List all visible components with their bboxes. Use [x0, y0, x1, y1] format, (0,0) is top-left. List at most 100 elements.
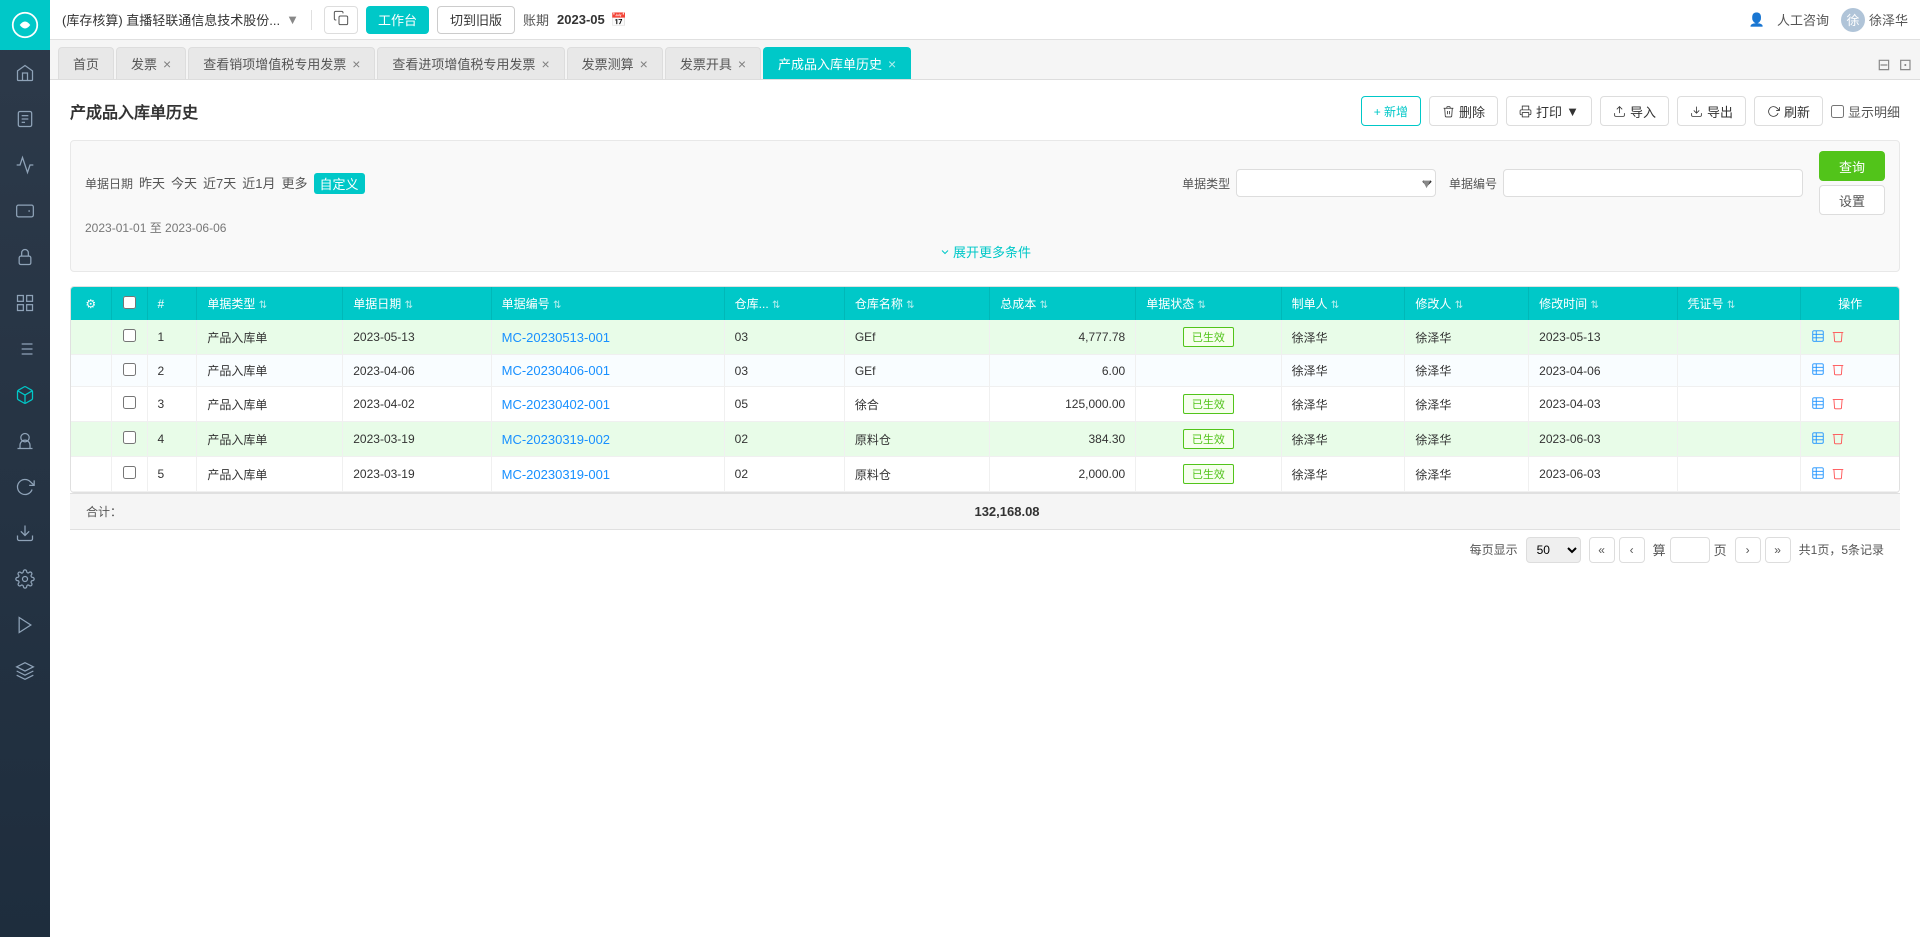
th-doc-type[interactable]: 单据类型 ⇅ [197, 287, 343, 320]
date-today[interactable]: 今天 [171, 173, 197, 194]
sidebar-item-document[interactable] [0, 96, 50, 142]
row-checkbox-4[interactable] [123, 466, 136, 479]
sidebar-item-chart[interactable] [0, 142, 50, 188]
doc-no-link[interactable]: MC-20230513-001 [502, 330, 610, 345]
row-checkbox-1[interactable] [123, 363, 136, 376]
td-check[interactable] [111, 320, 147, 355]
tab-purchase-vat-close[interactable]: × [541, 57, 549, 71]
setting-button[interactable]: 设置 [1819, 185, 1885, 215]
period-calendar-icon[interactable]: 📅 [611, 12, 627, 28]
date-more[interactable]: 更多 [282, 173, 308, 194]
th-doc-no[interactable]: 单据编号 ⇅ [491, 287, 724, 320]
select-all-checkbox[interactable] [123, 296, 136, 309]
tab-invoice-issue-close[interactable]: × [738, 57, 746, 71]
row-checkbox-3[interactable] [123, 431, 136, 444]
doctype-select[interactable] [1236, 169, 1436, 197]
td-check[interactable] [111, 457, 147, 492]
sidebar-item-box[interactable] [0, 372, 50, 418]
th-creator[interactable]: 制单人 ⇅ [1281, 287, 1405, 320]
doc-no-link[interactable]: MC-20230406-001 [502, 363, 610, 378]
prev-page-button[interactable]: ‹ [1619, 537, 1645, 563]
date-1month[interactable]: 近1月 [242, 173, 275, 194]
doc-no-link[interactable]: MC-20230319-001 [502, 467, 610, 482]
edit-icon[interactable] [1811, 329, 1825, 346]
tab-product-inbound-close[interactable]: × [888, 57, 896, 71]
delete-row-icon[interactable] [1831, 329, 1845, 346]
expand-button[interactable]: 展开更多条件 [939, 242, 1031, 261]
sidebar-item-download[interactable] [0, 510, 50, 556]
delete-row-icon[interactable] [1831, 396, 1845, 413]
tab-invoice-calc-close[interactable]: × [640, 57, 648, 71]
import-button[interactable]: 导入 [1600, 96, 1669, 126]
tab-invoice[interactable]: 发票 × [116, 47, 186, 79]
restore-icon[interactable]: ⊟ [1877, 55, 1890, 75]
sidebar-item-list[interactable] [0, 326, 50, 372]
last-page-button[interactable]: » [1765, 537, 1791, 563]
tab-invoice-calc[interactable]: 发票测算 × [567, 47, 663, 79]
td-check[interactable] [111, 355, 147, 387]
tab-sales-vat-close[interactable]: × [352, 57, 360, 71]
page-number-input[interactable]: 1 [1670, 537, 1710, 563]
tab-purchase-vat[interactable]: 查看进项增值税专用发票 × [377, 47, 564, 79]
switch-button[interactable]: 切到旧版 [437, 6, 515, 34]
tab-invoice-issue[interactable]: 发票开具 × [665, 47, 761, 79]
delete-row-icon[interactable] [1831, 466, 1845, 483]
doc-no-link[interactable]: MC-20230319-002 [502, 432, 610, 447]
th-settings[interactable]: ⚙ [71, 287, 111, 320]
sidebar-item-settings[interactable] [0, 556, 50, 602]
sidebar-item-version[interactable] [0, 648, 50, 694]
print-dropdown-icon[interactable]: ▼ [1566, 104, 1579, 119]
copy-doc-icon[interactable] [324, 6, 358, 34]
edit-icon[interactable] [1811, 362, 1825, 379]
tab-sales-vat[interactable]: 查看销项增值税专用发票 × [188, 47, 375, 79]
td-doc-no[interactable]: MC-20230319-002 [491, 422, 724, 457]
next-page-button[interactable]: › [1735, 537, 1761, 563]
doc-no-link[interactable]: MC-20230402-001 [502, 397, 610, 412]
td-check[interactable] [111, 387, 147, 422]
export-button[interactable]: 导出 [1677, 96, 1746, 126]
th-total-cost[interactable]: 总成本 ⇅ [990, 287, 1136, 320]
per-page-select[interactable]: 50 20 100 [1526, 537, 1581, 563]
sidebar-item-refresh[interactable] [0, 464, 50, 510]
date-custom[interactable]: 自定义 [314, 173, 365, 194]
td-doc-no[interactable]: MC-20230513-001 [491, 320, 724, 355]
th-warehouse-name[interactable]: 仓库名称 ⇅ [844, 287, 989, 320]
sidebar-item-play[interactable] [0, 602, 50, 648]
show-detail-checkbox[interactable] [1831, 105, 1844, 118]
sidebar-item-lock[interactable] [0, 234, 50, 280]
print-button[interactable]: 打印 ▼ [1506, 96, 1592, 126]
row-checkbox-2[interactable] [123, 396, 136, 409]
date-yesterday[interactable]: 昨天 [139, 173, 165, 194]
edit-icon[interactable] [1811, 431, 1825, 448]
td-doc-no[interactable]: MC-20230402-001 [491, 387, 724, 422]
row-checkbox-0[interactable] [123, 329, 136, 342]
delete-row-icon[interactable] [1831, 362, 1845, 379]
new-button[interactable]: + 新增 [1361, 96, 1421, 126]
first-page-button[interactable]: « [1589, 537, 1615, 563]
th-check[interactable] [111, 287, 147, 320]
date-7days[interactable]: 近7天 [203, 173, 236, 194]
th-voucher-no[interactable]: 凭证号 ⇅ [1677, 287, 1801, 320]
user-name[interactable]: 徐泽华 [1869, 10, 1908, 29]
th-modifier[interactable]: 修改人 ⇅ [1405, 287, 1529, 320]
th-warehouse-code[interactable]: 仓库... ⇅ [724, 287, 844, 320]
edit-icon[interactable] [1811, 396, 1825, 413]
delete-button[interactable]: 删除 [1429, 96, 1498, 126]
th-doc-status[interactable]: 单据状态 ⇅ [1136, 287, 1281, 320]
tab-home[interactable]: 首页 [58, 47, 114, 79]
sidebar-item-grid[interactable] [0, 280, 50, 326]
th-modify-time[interactable]: 修改时间 ⇅ [1529, 287, 1677, 320]
tab-product-inbound[interactable]: 产成品入库单历史 × [763, 47, 911, 79]
brand-dropdown-icon[interactable]: ▼ [286, 12, 299, 27]
show-detail-checkbox-area[interactable]: 显示明细 [1831, 102, 1900, 121]
query-button[interactable]: 查询 [1819, 151, 1885, 181]
sidebar-item-wallet[interactable] [0, 188, 50, 234]
sidebar-item-home[interactable] [0, 50, 50, 96]
td-doc-no[interactable]: MC-20230319-001 [491, 457, 724, 492]
th-doc-date[interactable]: 单据日期 ⇅ [343, 287, 491, 320]
tab-invoice-close[interactable]: × [163, 57, 171, 71]
delete-row-icon[interactable] [1831, 431, 1845, 448]
refresh-button[interactable]: 刷新 [1754, 96, 1823, 126]
td-doc-no[interactable]: MC-20230406-001 [491, 355, 724, 387]
maximize-icon[interactable]: ⊡ [1899, 55, 1912, 75]
